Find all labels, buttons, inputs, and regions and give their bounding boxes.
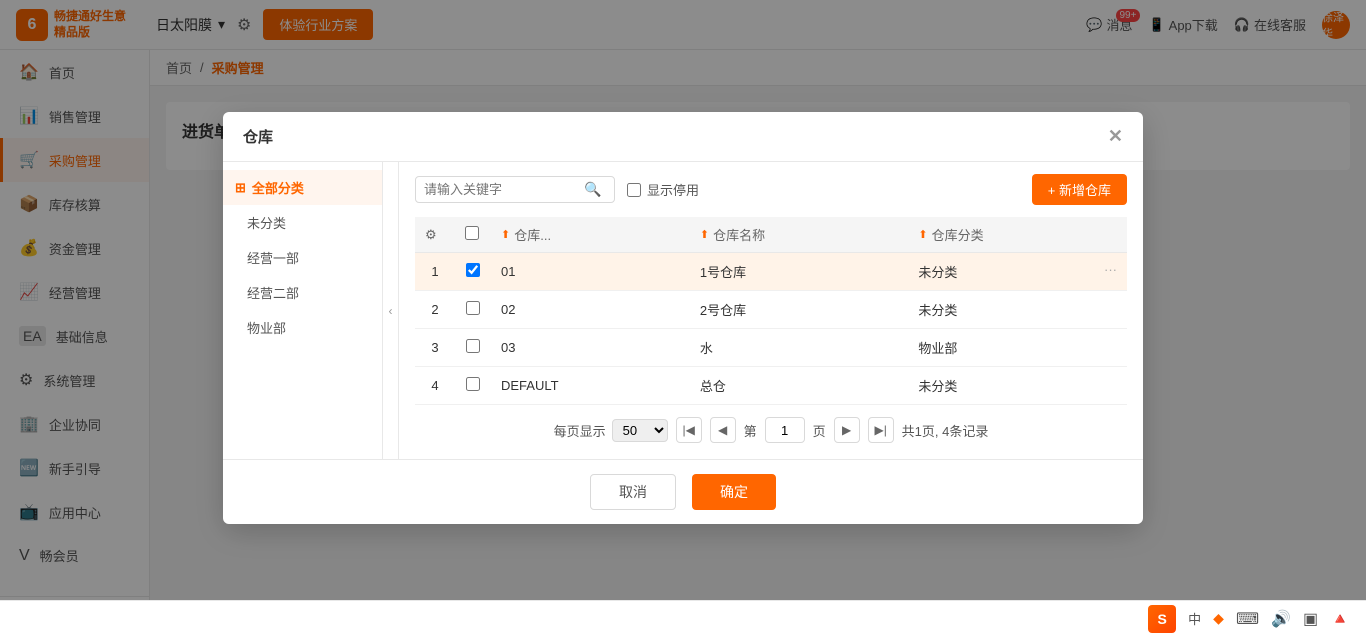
row-checkbox[interactable] <box>455 291 491 329</box>
upload-icon[interactable]: 🔺 <box>1330 609 1350 629</box>
row-checkbox[interactable] <box>455 253 491 291</box>
page-size-selector[interactable]: 每页显示 50 100 200 <box>554 419 668 442</box>
modal-close-button[interactable]: ✕ <box>1108 126 1123 147</box>
table-toolbar: 🔍 显示停用 + 新增仓库 <box>415 174 1127 205</box>
table-row[interactable]: 4 DEFAULT 总仓 未分类 <box>415 367 1127 405</box>
s-logo-icon: S <box>1148 605 1176 633</box>
row-num: 2 <box>415 291 455 329</box>
sort-category-icon: ⬆ <box>918 228 927 241</box>
col-checkbox[interactable] <box>455 217 491 253</box>
total-info: 共1页, 4条记录 <box>902 421 989 440</box>
category-panel: ⊞ 全部分类 未分类 经营一部 经营二部 物业部 <box>223 162 383 459</box>
row-code: 01 <box>491 253 690 291</box>
all-category-label: 全部分类 <box>252 178 304 197</box>
row-name: 总仓 <box>690 367 909 405</box>
row-name: 水 <box>690 329 909 367</box>
table-container: ⚙ ⬆ 仓库... ⬆ <box>415 217 1127 405</box>
sort-icon: ⬆ <box>501 228 510 241</box>
col-category: ⬆ 仓库分类 <box>908 217 1127 253</box>
row-checkbox[interactable] <box>455 329 491 367</box>
page-label-before: 第 <box>744 421 757 440</box>
pagination: 每页显示 50 100 200 |◀ ◀ 第 页 ▶ ▶| 共1页, 4条记录 <box>415 405 1127 447</box>
row-actions[interactable]: ··· <box>1104 262 1117 277</box>
panel-collapse-button[interactable]: ‹ <box>383 162 399 459</box>
row-category: 未分类 <box>908 367 1127 405</box>
col-code: ⬆ 仓库... <box>491 217 690 253</box>
row-num: 1 <box>415 253 455 291</box>
category-item-unclassified[interactable]: 未分类 <box>223 205 382 240</box>
table-row[interactable]: 2 02 2号仓库 未分类 <box>415 291 1127 329</box>
col-name: ⬆ 仓库名称 <box>690 217 909 253</box>
modal-title: 仓库 <box>243 126 273 147</box>
confirm-button[interactable]: 确定 <box>692 474 776 510</box>
screen-icon[interactable]: ▣ <box>1303 609 1318 629</box>
row-name: 1号仓库 <box>690 253 909 291</box>
last-page-button[interactable]: ▶| <box>868 417 894 443</box>
prev-page-button[interactable]: ◀ <box>710 417 736 443</box>
modal-body: ⊞ 全部分类 未分类 经营一部 经营二部 物业部 ‹ 🔍 <box>223 162 1143 459</box>
show-disabled-toggle[interactable] <box>627 183 641 197</box>
modal-header: 仓库 ✕ <box>223 112 1143 162</box>
grid-icon: ⊞ <box>235 180 246 196</box>
keyboard-icon[interactable]: ⌨ <box>1236 609 1259 629</box>
row-category: 未分类··· <box>908 253 1127 291</box>
show-disabled-checkbox[interactable]: 显示停用 <box>627 180 699 199</box>
per-page-label: 每页显示 <box>554 421 606 440</box>
row-code: 03 <box>491 329 690 367</box>
row-num: 3 <box>415 329 455 367</box>
page-number-input[interactable] <box>765 417 805 443</box>
diamond-icon[interactable]: ◆ <box>1213 610 1224 627</box>
search-box[interactable]: 🔍 <box>415 176 615 203</box>
row-name: 2号仓库 <box>690 291 909 329</box>
warehouse-modal: 仓库 ✕ ⊞ 全部分类 未分类 经营一部 经营二部 物业部 ‹ <box>223 112 1143 524</box>
page-label-after: 页 <box>813 421 826 440</box>
category-item-property[interactable]: 物业部 <box>223 310 382 345</box>
search-input[interactable] <box>424 182 584 197</box>
next-page-button[interactable]: ▶ <box>834 417 860 443</box>
table-row[interactable]: 1 01 1号仓库 未分类··· <box>415 253 1127 291</box>
col-settings[interactable]: ⚙ <box>415 217 455 253</box>
search-icon: 🔍 <box>584 181 601 198</box>
row-category: 未分类 <box>908 291 1127 329</box>
language-icon[interactable]: 中 <box>1188 609 1201 628</box>
sort-name-icon: ⬆ <box>700 228 709 241</box>
cancel-button[interactable]: 取消 <box>590 474 676 510</box>
add-warehouse-button[interactable]: + 新增仓库 <box>1032 174 1127 205</box>
bottom-bar: S 中 ◆ ⌨ 🔊 ▣ 🔺 <box>0 600 1366 636</box>
per-page-select[interactable]: 50 100 200 <box>612 419 668 442</box>
modal-footer: 取消 确定 <box>223 459 1143 524</box>
first-page-button[interactable]: |◀ <box>676 417 702 443</box>
category-item-dept1[interactable]: 经营一部 <box>223 240 382 275</box>
row-category: 物业部 <box>908 329 1127 367</box>
select-all-checkbox[interactable] <box>465 226 479 240</box>
all-category[interactable]: ⊞ 全部分类 <box>223 170 382 205</box>
volume-bottom-icon[interactable]: 🔊 <box>1271 609 1291 629</box>
modal-overlay: 仓库 ✕ ⊞ 全部分类 未分类 经营一部 经营二部 物业部 ‹ <box>0 0 1366 636</box>
table-row[interactable]: 3 03 水 物业部 <box>415 329 1127 367</box>
category-item-dept2[interactable]: 经营二部 <box>223 275 382 310</box>
show-disabled-label: 显示停用 <box>647 180 699 199</box>
row-code: DEFAULT <box>491 367 690 405</box>
table-panel: 🔍 显示停用 + 新增仓库 ⚙ <box>399 162 1143 459</box>
row-num: 4 <box>415 367 455 405</box>
row-checkbox[interactable] <box>455 367 491 405</box>
warehouse-table: ⚙ ⬆ 仓库... ⬆ <box>415 217 1127 405</box>
chevron-left-icon: ‹ <box>389 304 393 318</box>
row-code: 02 <box>491 291 690 329</box>
